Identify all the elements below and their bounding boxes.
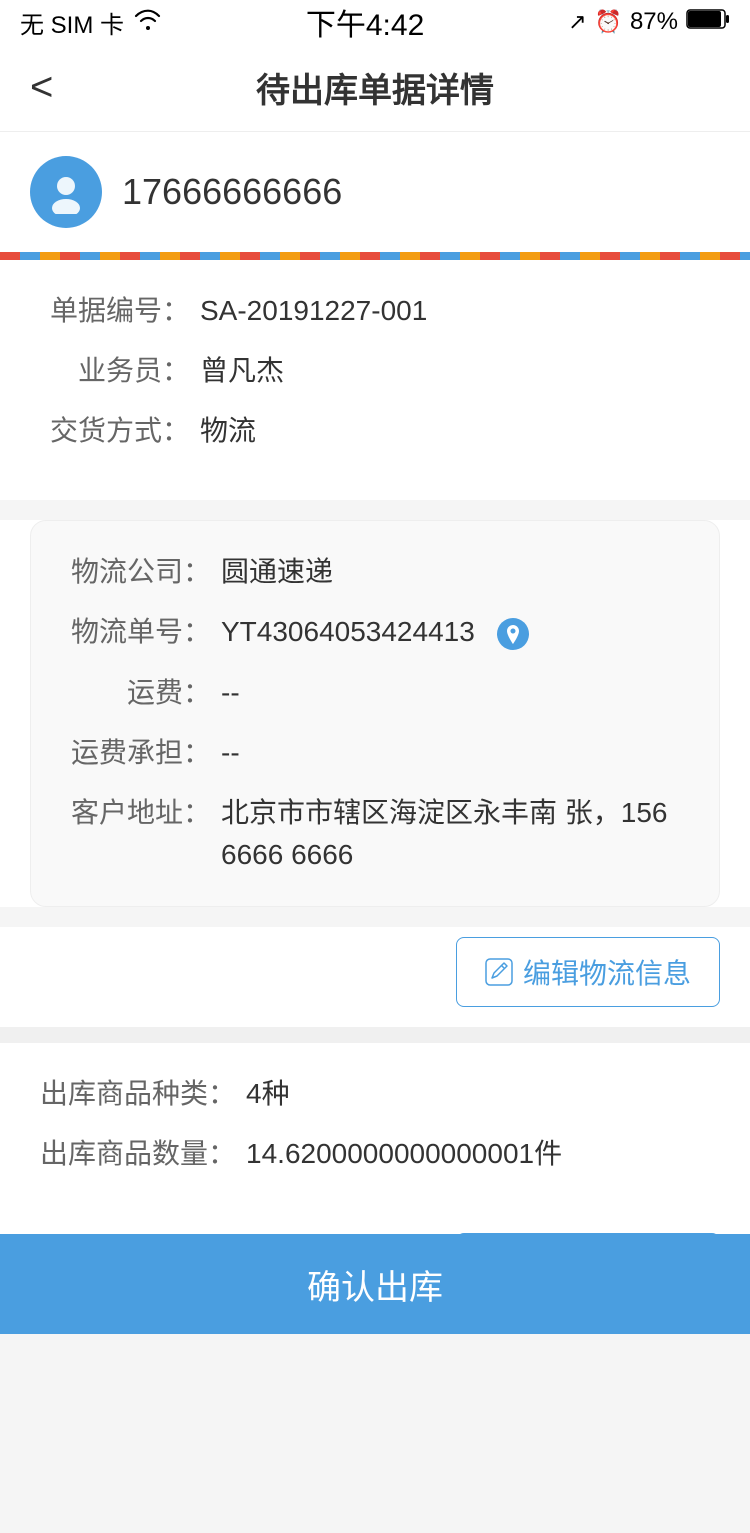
address-value: 北京市市辖区海淀区永丰南 张，156 6666 6666: [221, 792, 689, 876]
freight-bearer-row: 运费承担： --: [61, 732, 689, 774]
product-types-row: 出库商品种类： 4种: [40, 1073, 710, 1115]
product-qty-row: 出库商品数量： 14.6200000000000001件: [40, 1133, 710, 1175]
time-label: 下午4:42: [306, 0, 424, 44]
confirm-outbound-label: 确认出库: [307, 1260, 443, 1309]
freight-bearer-value: --: [221, 732, 689, 774]
battery-icon: [686, 8, 730, 37]
edit-btn-row: 编辑物流信息: [0, 927, 750, 1027]
address-label: 客户地址：: [61, 792, 221, 834]
salesperson-value: 曾凡杰: [200, 350, 710, 392]
logistics-tracking-value: YT43064053424413: [221, 611, 689, 654]
status-bar: 无 SIM 卡 下午4:42 ↗ ⏰ 87%: [0, 0, 750, 44]
nav-bar: < 待出库单据详情: [0, 44, 750, 132]
delivery-method-row: 交货方式： 物流: [40, 410, 710, 452]
battery-label: 87%: [630, 8, 678, 36]
stats-section: 出库商品种类： 4种 出库商品数量： 14.6200000000000001件: [0, 1043, 750, 1223]
document-no-value: SA-20191227-001: [200, 290, 710, 332]
edit-logistics-button[interactable]: 编辑物流信息: [456, 937, 720, 1007]
logistics-tracking-label: 物流单号：: [61, 611, 221, 653]
logistics-card: 物流公司： 圆通速递 物流单号： YT43064053424413 运费： --…: [30, 520, 720, 907]
delivery-method-value: 物流: [200, 410, 710, 452]
edit-logistics-label: 编辑物流信息: [523, 952, 691, 992]
logistics-company-label: 物流公司：: [61, 551, 221, 593]
dashed-divider: [0, 252, 750, 260]
status-bar-left: 无 SIM 卡: [20, 5, 162, 40]
delivery-method-label: 交货方式：: [40, 410, 200, 452]
user-section: 17666666666: [0, 132, 750, 252]
freight-label: 运费：: [61, 672, 221, 714]
product-qty-value: 14.6200000000000001件: [246, 1133, 710, 1175]
wifi-icon: [134, 8, 162, 37]
location-arrow-icon: ↗: [568, 9, 586, 35]
freight-bearer-label: 运费承担：: [61, 732, 221, 774]
page-title: 待出库单据详情: [256, 63, 494, 112]
section-separator: [0, 1027, 750, 1043]
bottom-space: [0, 1333, 750, 1533]
product-types-value: 4种: [246, 1073, 710, 1115]
carrier-label: 无 SIM 卡: [20, 5, 124, 40]
back-button[interactable]: <: [30, 65, 53, 110]
document-no-row: 单据编号： SA-20191227-001: [40, 290, 710, 332]
status-bar-right: ↗ ⏰ 87%: [568, 8, 730, 37]
logistics-company-value: 圆通速递: [221, 551, 689, 593]
logistics-company-row: 物流公司： 圆通速递: [61, 551, 689, 593]
salesperson-label: 业务员：: [40, 350, 200, 392]
user-phone: 17666666666: [122, 171, 342, 213]
user-avatar: [30, 156, 102, 228]
confirm-outbound-button[interactable]: 确认出库: [0, 1234, 750, 1334]
salesperson-row: 业务员： 曾凡杰: [40, 350, 710, 392]
order-info-section: 单据编号： SA-20191227-001 业务员： 曾凡杰 交货方式： 物流: [0, 260, 750, 500]
alarm-icon: ⏰: [595, 9, 622, 35]
logistics-tracking-row: 物流单号： YT43064053424413: [61, 611, 689, 654]
freight-value: --: [221, 672, 689, 714]
address-row: 客户地址： 北京市市辖区海淀区永丰南 张，156 6666 6666: [61, 792, 689, 876]
document-no-label: 单据编号：: [40, 290, 200, 332]
product-qty-label: 出库商品数量：: [40, 1133, 246, 1175]
map-location-icon[interactable]: [493, 614, 533, 654]
product-types-label: 出库商品种类：: [40, 1073, 246, 1115]
freight-row: 运费： --: [61, 672, 689, 714]
